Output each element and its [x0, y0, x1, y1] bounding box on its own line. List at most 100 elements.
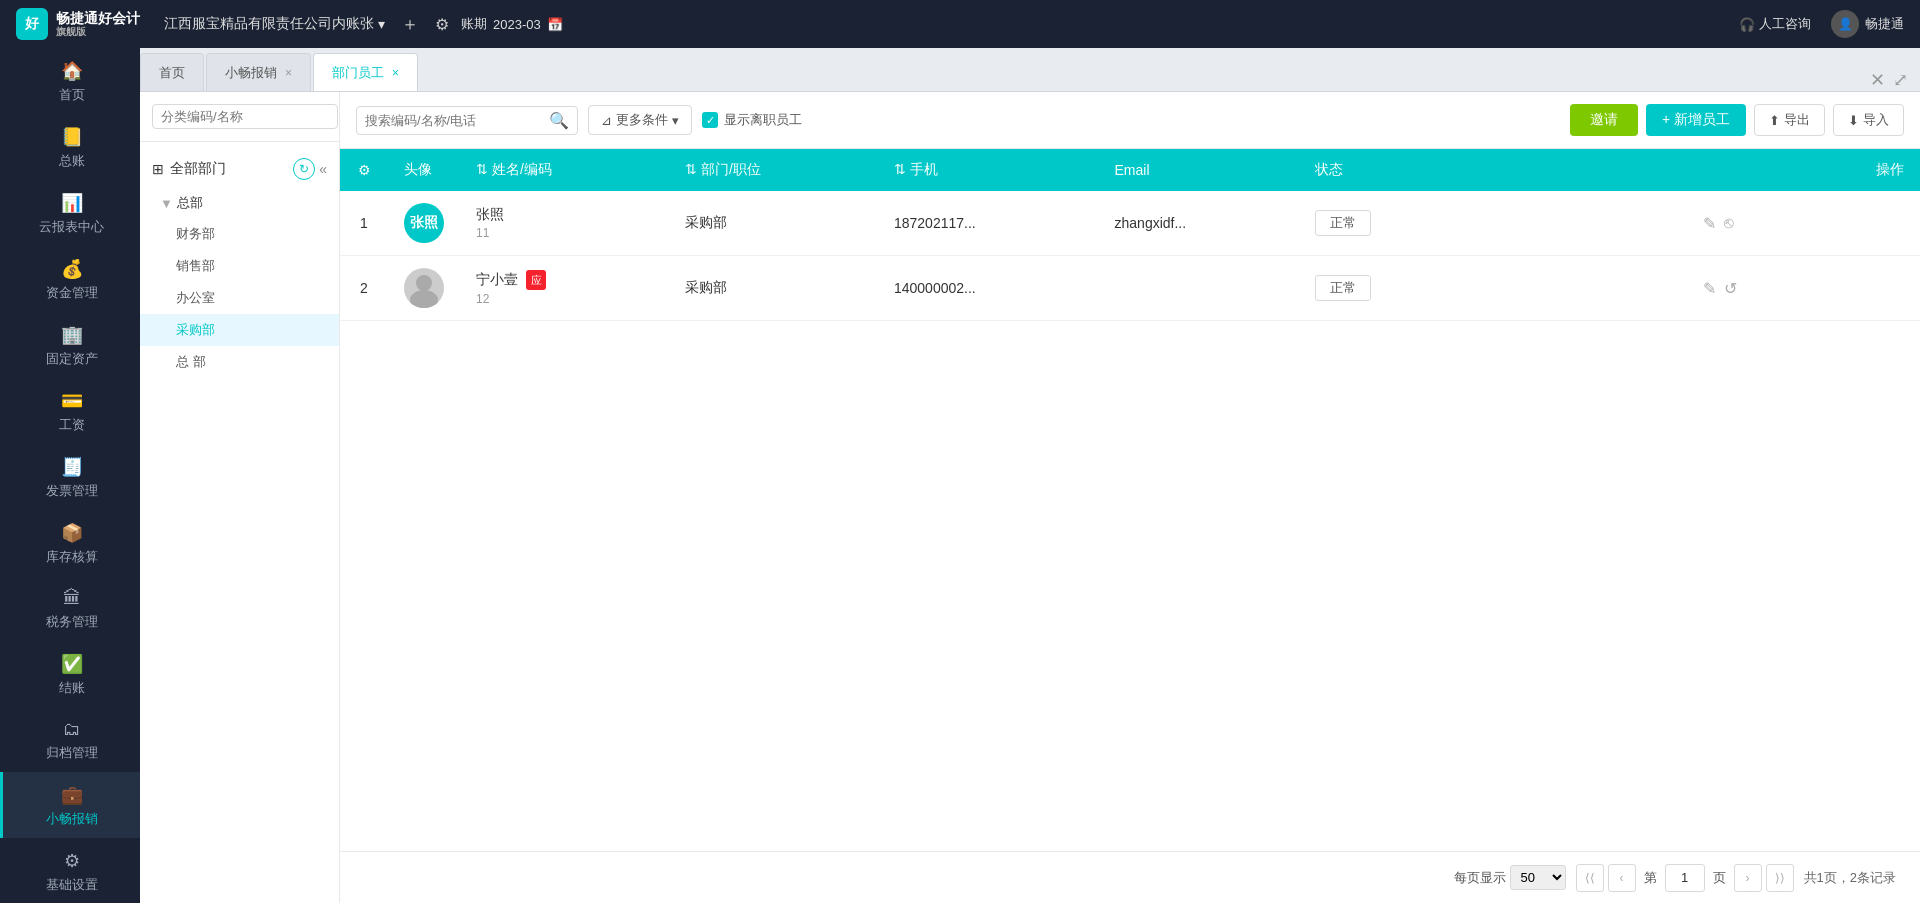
svg-point-1	[410, 290, 438, 308]
row2-avatar	[388, 256, 460, 321]
settings-sidebar-icon: ⚙	[64, 850, 80, 872]
employee-table: ⚙ 头像 ⇅ 姓名/编码 ⇅ 部门/职位	[340, 149, 1920, 321]
dept-collapse-icon[interactable]: «	[319, 161, 327, 177]
more-filter-button[interactable]: ⊿ 更多条件 ▾	[588, 105, 692, 135]
employee-panel: 🔍 ⊿ 更多条件 ▾ ✓ 显示离职员工 邀请 + 新增员工	[340, 92, 1920, 903]
filter-icon: ⊿	[601, 113, 612, 128]
row2-name: 宁小壹 应 12	[460, 256, 669, 321]
sidebar-item-reports[interactable]: 📊 云报表中心	[0, 180, 140, 246]
invite-button[interactable]: 邀请	[1570, 104, 1638, 136]
settings-icon[interactable]: ⚙	[435, 15, 449, 34]
accounting-period: 账期 2023-03 📅	[461, 15, 563, 33]
grid-icon: ⊞	[152, 161, 164, 177]
content-area: 首页 小畅报销 × 部门员工 × ✕ ⤢ 🔍	[140, 48, 1920, 903]
col-settings-icon[interactable]: ⚙	[358, 162, 371, 178]
col-name[interactable]: ⇅ 姓名/编码	[460, 149, 669, 191]
pagination-bar: 每页显示 20 50 100 ⟨⟨ ‹ 第 页 ›	[340, 851, 1920, 903]
sidebar-item-close[interactable]: ✅ 结账	[0, 641, 140, 707]
headset-icon: 🎧	[1739, 17, 1755, 32]
dept-group-title-hq[interactable]: ▼ 总部	[140, 188, 339, 218]
inventory-icon: 📦	[61, 522, 83, 544]
sidebar-item-archive[interactable]: 🗂 归档管理	[0, 707, 140, 772]
export-button[interactable]: ⬆ 导出	[1754, 104, 1825, 136]
dept-item-office[interactable]: 办公室	[140, 282, 339, 314]
col-status: 状态	[1299, 149, 1687, 191]
edit-icon[interactable]: ✎	[1703, 279, 1716, 298]
calendar-icon[interactable]: 📅	[547, 17, 563, 32]
status-badge: 正常	[1315, 210, 1371, 236]
page-input[interactable]	[1665, 864, 1705, 892]
last-page-button[interactable]: ⟩⟩	[1766, 864, 1794, 892]
dept-group-headquarter: ▼ 总部 财务部 销售部 办公室 采购部 总 部	[140, 188, 339, 378]
tab-expense[interactable]: 小畅报销 ×	[206, 53, 311, 91]
tab-home[interactable]: 首页	[140, 53, 204, 91]
row1-actions: ✎ ⎋	[1687, 191, 1920, 256]
avatar-circle: 张照	[404, 203, 444, 243]
maximize-icon[interactable]: ⤢	[1893, 69, 1908, 91]
col-action: 操作	[1687, 149, 1920, 191]
user-menu[interactable]: 👤 畅捷通	[1831, 10, 1904, 38]
sort-icon-dept: ⇅	[685, 161, 697, 177]
topbar-actions: ＋ ⚙	[401, 12, 449, 36]
sidebar-item-ledger[interactable]: 📒 总账	[0, 114, 140, 180]
expand-arrow-icon: ▼	[160, 196, 173, 211]
restore-icon[interactable]: ↺	[1724, 279, 1737, 298]
table-row: 1 张照 张照 11 采购部 187202117... zh	[340, 191, 1920, 256]
dept-search-bar: 🔍	[140, 92, 339, 142]
dept-item-hq[interactable]: 总 部	[140, 346, 339, 378]
ying-tag: 应	[526, 270, 546, 290]
show-resigned-checkbox[interactable]: ✓	[702, 112, 718, 128]
add-tab-button[interactable]: ＋	[401, 12, 419, 36]
dept-item-purchase[interactable]: 采购部	[140, 314, 339, 346]
tax-icon: 🏛	[63, 588, 81, 609]
dept-search-input[interactable]	[152, 104, 338, 129]
next-page-button[interactable]: ›	[1734, 864, 1762, 892]
logo-icon: 好	[16, 8, 48, 40]
col-avatar: 头像	[388, 149, 460, 191]
service-button[interactable]: 🎧 人工咨询	[1739, 15, 1811, 33]
company-selector[interactable]: 江西服宝精品有限责任公司内账张 ▾	[164, 15, 385, 33]
payroll-icon: 💳	[61, 390, 83, 412]
employee-search-icon[interactable]: 🔍	[549, 111, 569, 130]
sidebar-item-tax[interactable]: 🏛 税务管理	[0, 576, 140, 641]
page-size-select[interactable]: 20 50 100	[1510, 865, 1566, 890]
col-settings[interactable]: ⚙	[340, 149, 388, 191]
dept-refresh-btn[interactable]: ↻	[293, 158, 315, 180]
page-size-selector: 每页显示 20 50 100	[1454, 865, 1566, 890]
sidebar-item-inventory[interactable]: 📦 库存核算	[0, 510, 140, 576]
sidebar-item-expense[interactable]: 💼 小畅报销	[0, 772, 140, 838]
sidebar-item-invoice[interactable]: 🧾 发票管理	[0, 444, 140, 510]
add-employee-button[interactable]: + 新增员工	[1646, 104, 1746, 136]
sidebar-item-home[interactable]: 🏠 首页	[0, 48, 140, 114]
tabs-bar: 首页 小畅报销 × 部门员工 × ✕ ⤢	[140, 48, 1920, 92]
row1-dept: 采购部	[669, 191, 878, 256]
employee-search-input[interactable]	[365, 113, 545, 128]
row1-status: 正常	[1299, 191, 1687, 256]
table-row: 2	[340, 256, 1920, 321]
logo-text: 畅捷通好会计 旗舰版	[56, 11, 140, 37]
first-page-button[interactable]: ⟨⟨	[1576, 864, 1604, 892]
close-window-icon[interactable]: ✕	[1870, 69, 1885, 91]
delete-icon[interactable]: ⎋	[1724, 214, 1734, 232]
tab-expense-close[interactable]: ×	[285, 66, 292, 80]
reports-icon: 📊	[61, 192, 83, 214]
main-layout: 🏠 首页 📒 总账 📊 云报表中心 💰 资金管理 🏢 固定资产 💳 工资 🧾 发…	[0, 48, 1920, 903]
sidebar-item-funds[interactable]: 💰 资金管理	[0, 246, 140, 312]
all-dept-header[interactable]: ⊞ 全部部门 ↻ «	[140, 150, 339, 188]
sidebar-item-settings[interactable]: ⚙ 基础设置	[0, 838, 140, 903]
tab-dept-emp[interactable]: 部门员工 ×	[313, 53, 418, 91]
avatar: 👤	[1831, 10, 1859, 38]
prev-page-button[interactable]: ‹	[1608, 864, 1636, 892]
col-phone[interactable]: ⇅ 手机	[878, 149, 1099, 191]
col-dept[interactable]: ⇅ 部门/职位	[669, 149, 878, 191]
home-icon: 🏠	[61, 60, 83, 82]
row1-phone: 187202117...	[878, 191, 1099, 256]
dept-item-finance[interactable]: 财务部	[140, 218, 339, 250]
edit-icon[interactable]: ✎	[1703, 214, 1716, 233]
sidebar-item-payroll[interactable]: 💳 工资	[0, 378, 140, 444]
tab-dept-emp-close[interactable]: ×	[392, 66, 399, 80]
dept-item-sales[interactable]: 销售部	[140, 250, 339, 282]
show-resigned-toggle[interactable]: ✓ 显示离职员工	[702, 111, 802, 129]
import-button[interactable]: ⬇ 导入	[1833, 104, 1904, 136]
sidebar-item-assets[interactable]: 🏢 固定资产	[0, 312, 140, 378]
